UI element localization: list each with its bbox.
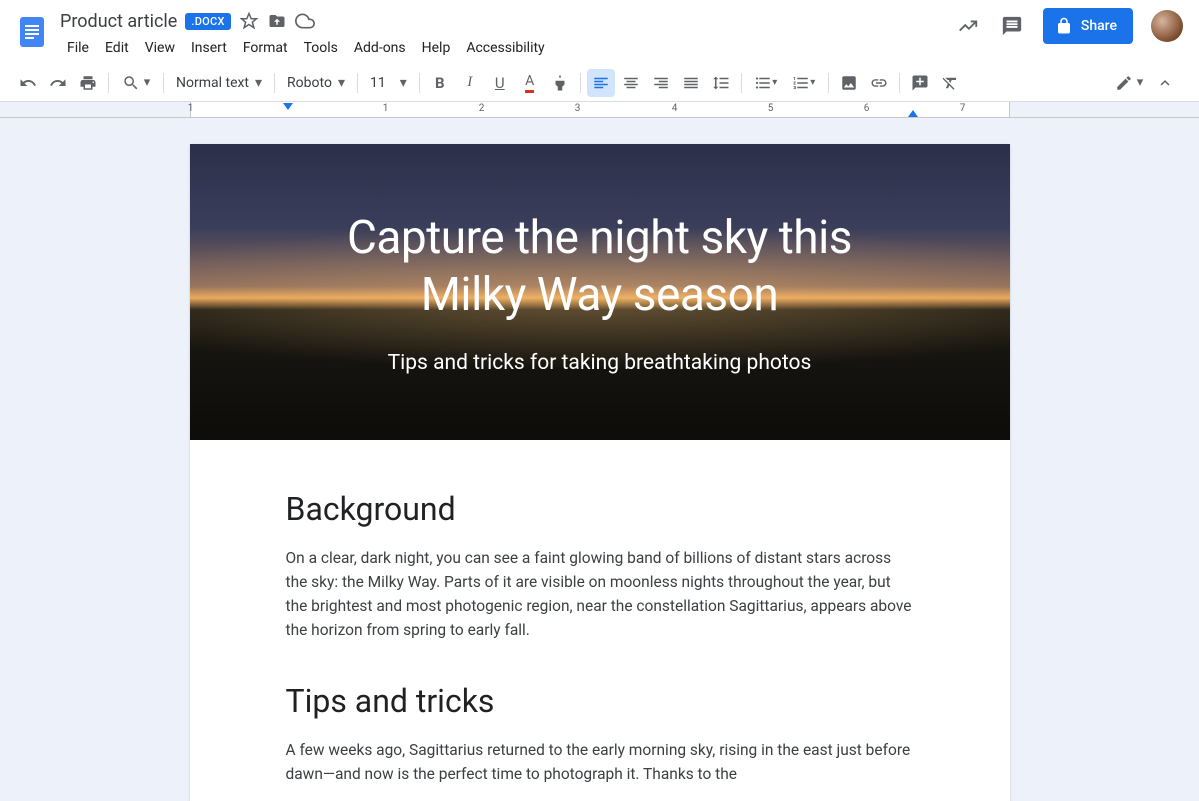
align-center-icon[interactable] — [617, 69, 645, 97]
right-indent-marker[interactable] — [908, 110, 918, 117]
editing-mode-icon[interactable]: ▾ — [1109, 69, 1149, 97]
separator — [580, 73, 581, 93]
text-color-icon[interactable]: A — [516, 69, 544, 97]
title-area: Product article .DOCX File Edit View Ins… — [60, 8, 955, 60]
ruler[interactable]: 1 1 2 3 4 5 6 7 — [0, 102, 1199, 118]
share-button[interactable]: Share — [1043, 8, 1133, 44]
separator — [741, 73, 742, 93]
align-left-icon[interactable] — [587, 69, 615, 97]
menu-format[interactable]: Format — [236, 36, 295, 60]
move-icon[interactable] — [267, 11, 287, 31]
bullet-list-icon[interactable]: ▾ — [748, 69, 784, 97]
hero-subtitle[interactable]: Tips and tricks for taking breathtaking … — [388, 351, 812, 375]
avatar[interactable] — [1151, 10, 1183, 42]
separator — [899, 73, 900, 93]
menu-edit[interactable]: Edit — [98, 36, 136, 60]
menu-accessibility[interactable]: Accessibility — [459, 36, 551, 60]
document-title[interactable]: Product article — [60, 11, 177, 32]
link-icon[interactable] — [865, 69, 893, 97]
menu-view[interactable]: View — [138, 36, 182, 60]
heading-background[interactable]: Background — [286, 490, 914, 528]
font-size-select[interactable]: 11▾ — [364, 69, 413, 97]
header-actions: Share — [955, 8, 1187, 44]
paragraph-tips[interactable]: A few weeks ago, Sagittarius returned to… — [286, 738, 914, 786]
document-canvas[interactable]: Capture the night sky this Milky Way sea… — [0, 118, 1199, 801]
redo-icon[interactable] — [44, 69, 72, 97]
italic-icon[interactable]: I — [456, 69, 484, 97]
star-icon[interactable] — [239, 11, 259, 31]
cloud-icon[interactable] — [295, 11, 315, 31]
image-icon[interactable] — [835, 69, 863, 97]
menu-help[interactable]: Help — [415, 36, 458, 60]
separator — [357, 73, 358, 93]
align-right-icon[interactable] — [647, 69, 675, 97]
separator — [828, 73, 829, 93]
undo-icon[interactable] — [14, 69, 42, 97]
bold-icon[interactable]: B — [426, 69, 454, 97]
menu-addons[interactable]: Add-ons — [347, 36, 413, 60]
hero-image: Capture the night sky this Milky Way sea… — [190, 144, 1010, 440]
separator — [108, 73, 109, 93]
align-justify-icon[interactable] — [677, 69, 705, 97]
clear-format-icon[interactable] — [936, 69, 964, 97]
separator — [163, 73, 164, 93]
indent-first-line-marker[interactable] — [283, 103, 293, 110]
style-select[interactable]: Normal text▾ — [170, 69, 268, 97]
underline-icon[interactable]: U — [486, 69, 514, 97]
collapse-icon[interactable] — [1151, 69, 1179, 97]
highlight-icon[interactable] — [546, 69, 574, 97]
hero-title[interactable]: Capture the night sky this Milky Way sea… — [347, 210, 852, 325]
menu-bar: File Edit View Insert Format Tools Add-o… — [60, 36, 955, 60]
activity-icon[interactable] — [955, 13, 981, 39]
print-icon[interactable] — [74, 69, 102, 97]
separator — [419, 73, 420, 93]
docx-badge: .DOCX — [185, 13, 230, 30]
docs-logo-icon[interactable] — [12, 12, 52, 52]
comment-icon[interactable] — [999, 13, 1025, 39]
toolbar: ▾ Normal text▾ Roboto▾ 11▾ B I U A ▾ ▾ ▾ — [0, 64, 1199, 102]
page[interactable]: Capture the night sky this Milky Way sea… — [190, 144, 1010, 801]
zoom-icon[interactable]: ▾ — [115, 69, 157, 97]
heading-tips[interactable]: Tips and tricks — [286, 682, 914, 720]
numbered-list-icon[interactable]: ▾ — [786, 69, 822, 97]
menu-file[interactable]: File — [60, 36, 96, 60]
add-comment-icon[interactable] — [906, 69, 934, 97]
separator — [274, 73, 275, 93]
app-header: Product article .DOCX File Edit View Ins… — [0, 0, 1199, 64]
font-select[interactable]: Roboto▾ — [281, 69, 351, 97]
document-body[interactable]: Background On a clear, dark night, you c… — [190, 440, 1010, 801]
line-spacing-icon[interactable] — [707, 69, 735, 97]
share-label: Share — [1081, 18, 1117, 34]
paragraph-background[interactable]: On a clear, dark night, you can see a fa… — [286, 546, 914, 642]
menu-insert[interactable]: Insert — [184, 36, 234, 60]
menu-tools[interactable]: Tools — [297, 36, 345, 60]
